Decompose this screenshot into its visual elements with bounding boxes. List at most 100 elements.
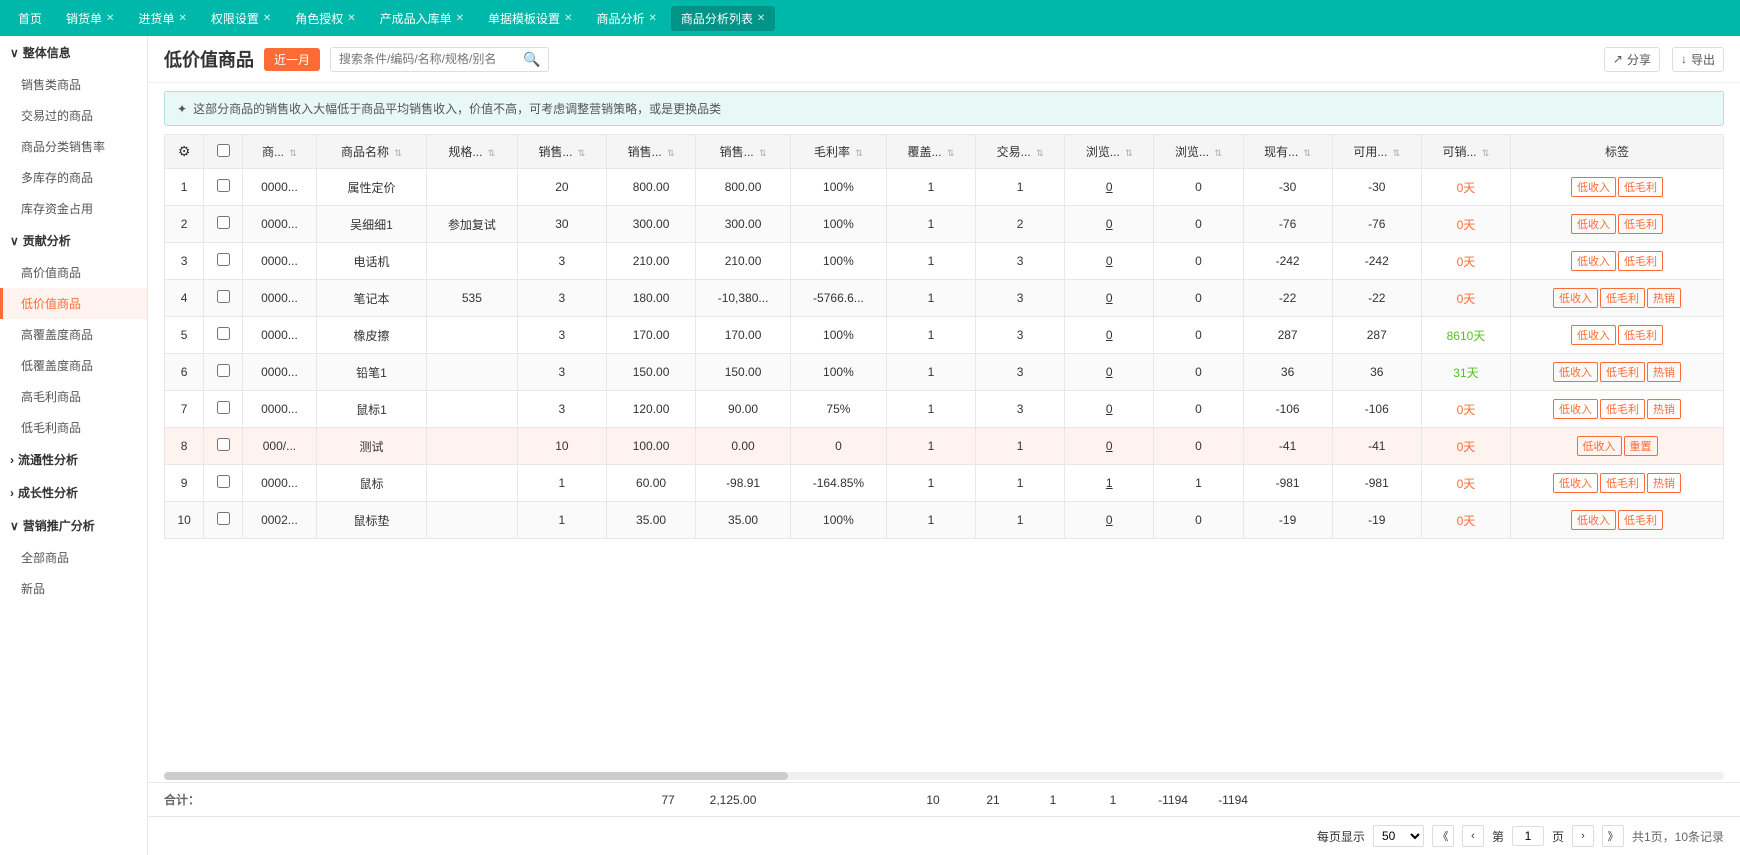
row-checkbox[interactable] [217, 290, 230, 303]
th-views2[interactable]: 浏览... ⇅ [1154, 135, 1243, 169]
scrollbar-thumb[interactable] [164, 772, 788, 780]
page-number-input[interactable] [1512, 826, 1544, 846]
sidebar-item-low-value[interactable]: 低价值商品 [0, 288, 147, 319]
nav-close-icon[interactable]: ✕ [757, 13, 765, 24]
nav-close-icon[interactable]: ✕ [106, 13, 114, 24]
nav-role-auth[interactable]: 角色授权 ✕ [285, 6, 365, 31]
sidebar-section-contribution[interactable]: ∨ 贡献分析 [0, 224, 147, 257]
nav-close-icon[interactable]: ✕ [178, 13, 186, 24]
row-views1[interactable]: 0 [1065, 280, 1154, 317]
nav-sales-order[interactable]: 销货单 ✕ [56, 6, 124, 31]
row-checkbox[interactable] [217, 179, 230, 192]
search-icon[interactable]: 🔍 [523, 51, 540, 68]
views-link[interactable]: 0 [1106, 402, 1113, 416]
row-checkbox[interactable] [217, 364, 230, 377]
views-link[interactable]: 0 [1106, 217, 1113, 231]
nav-close-icon[interactable]: ✕ [456, 13, 464, 24]
date-filter-button[interactable]: 近一月 [264, 48, 320, 71]
views-link[interactable]: 0 [1106, 291, 1113, 305]
export-button[interactable]: ↓ 导出 [1672, 47, 1724, 72]
row-views1[interactable]: 0 [1065, 169, 1154, 206]
nav-template-settings[interactable]: 单据模板设置 ✕ [478, 6, 582, 31]
nav-close-icon[interactable]: ✕ [564, 13, 572, 24]
th-sales1[interactable]: 销售... ⇅ [606, 135, 695, 169]
row-checkbox[interactable] [217, 475, 230, 488]
row-index: 6 [165, 354, 204, 391]
sidebar-item-stock-capital[interactable]: 库存资金占用 [0, 193, 147, 224]
top-nav: 首页 销货单 ✕ 进货单 ✕ 权限设置 ✕ 角色授权 ✕ 产成品入库单 ✕ 单据… [0, 0, 1740, 36]
th-avail[interactable]: 可用... ⇅ [1332, 135, 1421, 169]
sidebar-item-high-coverage[interactable]: 高覆盖度商品 [0, 319, 147, 350]
sidebar-item-low-profit[interactable]: 低毛利商品 [0, 412, 147, 443]
th-profit-rate[interactable]: 毛利率 ⇅ [790, 135, 886, 169]
first-page-button[interactable]: 《 [1432, 825, 1454, 847]
row-views1[interactable]: 0 [1065, 502, 1154, 539]
sidebar-item-category-sales-rate[interactable]: 商品分类销售率 [0, 131, 147, 162]
sidebar-item-new-products[interactable]: 新品 [0, 573, 147, 604]
sidebar-item-high-value[interactable]: 高价值商品 [0, 257, 147, 288]
row-views1[interactable]: 0 [1065, 206, 1154, 243]
sidebar-section-growth[interactable]: › 成长性分析 [0, 476, 147, 509]
nav-purchase-order[interactable]: 进货单 ✕ [128, 6, 196, 31]
views-link[interactable]: 0 [1106, 254, 1113, 268]
next-page-button[interactable]: › [1572, 825, 1594, 847]
views-link[interactable]: 0 [1106, 439, 1113, 453]
th-spec[interactable]: 规格... ⇅ [426, 135, 517, 169]
row-checkbox[interactable] [217, 401, 230, 414]
row-checkbox-cell [204, 465, 243, 502]
th-code[interactable]: 商... ⇅ [242, 135, 316, 169]
nav-close-icon[interactable]: ✕ [347, 13, 355, 24]
nav-close-icon[interactable]: ✕ [648, 13, 656, 24]
row-views1[interactable]: 0 [1065, 243, 1154, 280]
select-all-checkbox[interactable] [217, 144, 230, 157]
th-views1[interactable]: 浏览... ⇅ [1065, 135, 1154, 169]
prev-page-button[interactable]: ‹ [1462, 825, 1484, 847]
row-views1[interactable]: 0 [1065, 428, 1154, 465]
sidebar-item-traded-products[interactable]: 交易过的商品 [0, 100, 147, 131]
row-checkbox[interactable] [217, 216, 230, 229]
sidebar-item-high-profit[interactable]: 高毛利商品 [0, 381, 147, 412]
row-checkbox[interactable] [217, 327, 230, 340]
views-link[interactable]: 0 [1106, 328, 1113, 342]
nav-permissions[interactable]: 权限设置 ✕ [201, 6, 281, 31]
nav-product-analysis[interactable]: 商品分析 ✕ [586, 6, 666, 31]
search-input[interactable] [339, 52, 519, 66]
row-checkbox[interactable] [217, 512, 230, 525]
nav-close-icon[interactable]: ✕ [263, 13, 271, 24]
per-page-select[interactable]: 50 20 100 [1373, 825, 1424, 847]
row-views1[interactable]: 0 [1065, 317, 1154, 354]
sidebar-item-low-coverage[interactable]: 低覆盖度商品 [0, 350, 147, 381]
nav-product-analysis-list[interactable]: 商品分析列表 ✕ [671, 6, 775, 31]
th-qty[interactable]: 销售... ⇅ [517, 135, 606, 169]
row-views1[interactable]: 1 [1065, 465, 1154, 502]
row-views1[interactable]: 0 [1065, 391, 1154, 428]
last-page-button[interactable]: 》 [1602, 825, 1624, 847]
th-current[interactable]: 现有... ⇅ [1243, 135, 1332, 169]
sidebar-item-all-products[interactable]: 全部商品 [0, 542, 147, 573]
th-settings[interactable]: ⚙ [165, 135, 204, 169]
views-link[interactable]: 0 [1106, 365, 1113, 379]
table-container[interactable]: ⚙ 商... ⇅ 商品名称 ⇅ 规格... ⇅ 销售... ⇅ 销售... ⇅ … [148, 134, 1740, 770]
views-link[interactable]: 0 [1106, 513, 1113, 527]
th-name[interactable]: 商品名称 ⇅ [316, 135, 426, 169]
row-coverage: 1 [886, 280, 975, 317]
th-coverage[interactable]: 覆盖... ⇅ [886, 135, 975, 169]
sidebar-item-sales-products[interactable]: 销售类商品 [0, 69, 147, 100]
row-checkbox[interactable] [217, 438, 230, 451]
views-link[interactable]: 0 [1106, 180, 1113, 194]
th-trans[interactable]: 交易... ⇅ [976, 135, 1065, 169]
nav-product-inbound[interactable]: 产成品入库单 ✕ [370, 6, 474, 31]
nav-home[interactable]: 首页 [8, 6, 52, 31]
sidebar-item-multi-stock[interactable]: 多库存的商品 [0, 162, 147, 193]
views-link[interactable]: 1 [1106, 476, 1113, 490]
sidebar-section-liquidity[interactable]: › 流通性分析 [0, 443, 147, 476]
horizontal-scrollbar[interactable] [164, 772, 1724, 780]
th-saleable[interactable]: 可销... ⇅ [1421, 135, 1510, 169]
settings-icon[interactable]: ⚙ [178, 143, 191, 159]
row-checkbox[interactable] [217, 253, 230, 266]
sidebar-section-marketing[interactable]: ∨ 营销推广分析 [0, 509, 147, 542]
share-button[interactable]: ↗ 分享 [1604, 47, 1660, 72]
row-views1[interactable]: 0 [1065, 354, 1154, 391]
sidebar-section-overview[interactable]: ∨ 整体信息 [0, 36, 147, 69]
th-sales2[interactable]: 销售... ⇅ [696, 135, 791, 169]
